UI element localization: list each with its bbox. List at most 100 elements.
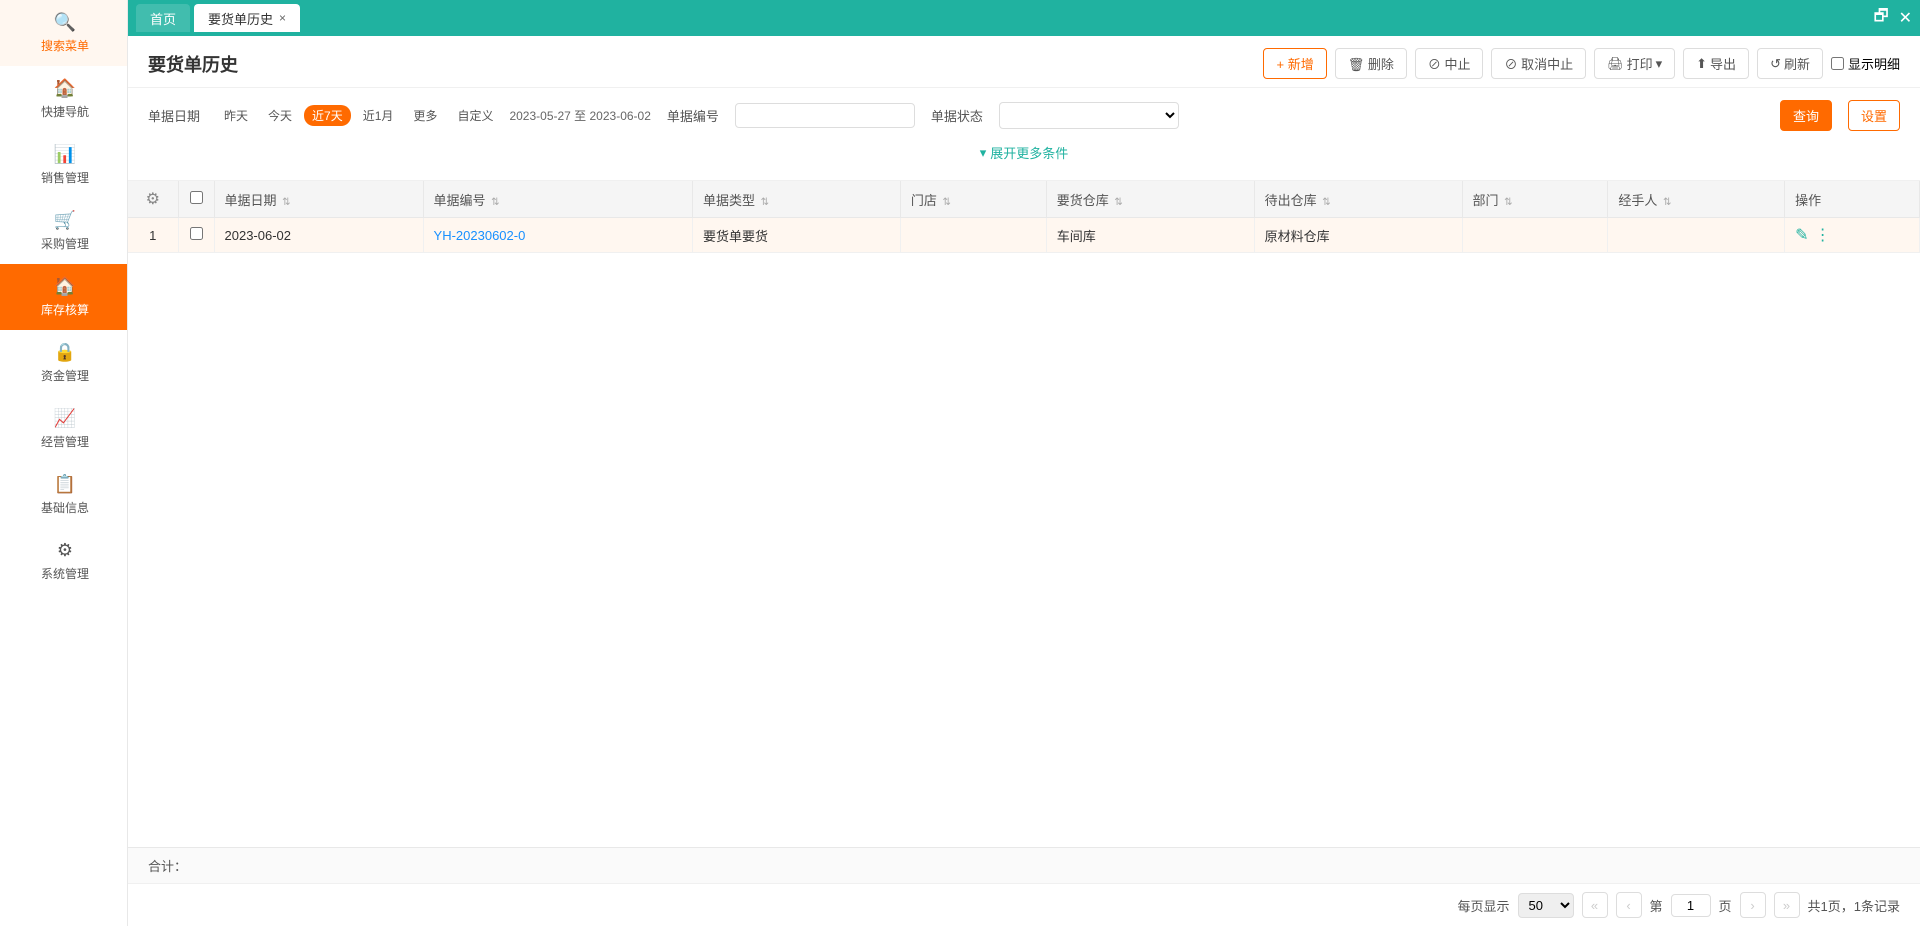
display-detail-toggle[interactable]: 显示明细 (1831, 54, 1900, 73)
page-content: 要货单历史 + 新增 🗑 删除 ⊘ 中止 ⊘ 取消中止 🖨 打印 ▾ ⬆ 导出 … (128, 36, 1920, 926)
doc-number-label: 单据编号 (667, 106, 719, 125)
sidebar-item-operation[interactable]: 📈 经营管理 (0, 396, 127, 462)
select-all-checkbox[interactable] (190, 191, 203, 204)
doc-status-select[interactable] (999, 102, 1179, 129)
print-icon: 🖨 (1607, 56, 1624, 72)
window-close-icon[interactable]: ✕ (1899, 8, 1912, 28)
th-pending-warehouse: 待出仓库 ⇅ (1254, 181, 1462, 218)
sidebar-item-label: 搜索菜单 (41, 37, 89, 54)
cell-handler (1608, 218, 1785, 253)
display-detail-checkbox[interactable] (1831, 57, 1844, 70)
refresh-button[interactable]: ↺ 刷新 (1757, 48, 1823, 79)
prev-page-button[interactable]: ‹ (1616, 892, 1642, 918)
date-filter-label: 单据日期 (148, 106, 200, 125)
print-dropdown-icon: ▾ (1656, 56, 1663, 72)
sum-label: 合计： (148, 856, 187, 875)
table-footer: 合计： (128, 847, 1920, 883)
next-page-button[interactable]: › (1740, 892, 1766, 918)
chevron-down-icon: ▾ (980, 145, 987, 161)
quick-nav-icon: 🏠 (54, 78, 76, 99)
tab-home[interactable]: 首页 (136, 4, 190, 32)
display-detail-label: 显示明细 (1848, 54, 1900, 73)
export-icon: ⬆ (1696, 56, 1707, 72)
cell-actions: ✎ ⋮ (1785, 218, 1920, 253)
cell-date: 2023-06-02 (214, 218, 423, 253)
table-area: ⚙ 单据日期 ⇅ 单据编号 ⇅ (128, 181, 1920, 847)
sidebar-item-label: 销售管理 (41, 169, 89, 186)
last-page-button[interactable]: » (1774, 892, 1800, 918)
system-icon: ⚙ (57, 540, 73, 561)
sidebar-item-inventory[interactable]: 🏠 库存核算 (0, 264, 127, 330)
row-checkbox[interactable] (190, 227, 203, 240)
tab-requisition-history[interactable]: 要货单历史 × (194, 4, 300, 32)
sidebar-item-sales[interactable]: 📊 销售管理 (0, 132, 127, 198)
page-header: 要货单历史 + 新增 🗑 删除 ⊘ 中止 ⊘ 取消中止 🖨 打印 ▾ ⬆ 导出 … (128, 36, 1920, 88)
cancel-stop-button[interactable]: ⊘ 取消中止 (1491, 48, 1586, 79)
cell-store (900, 218, 1046, 253)
sidebar-item-quick-nav[interactable]: 🏠 快捷导航 (0, 66, 127, 132)
cell-req-warehouse: 车间库 (1046, 218, 1254, 253)
sidebar-item-label: 经营管理 (41, 433, 89, 450)
sidebar-item-basic-info[interactable]: 📋 基础信息 (0, 462, 127, 528)
doc-no-link[interactable]: YH-20230602-0 (434, 228, 526, 243)
sort-reqwh-icon[interactable]: ⇅ (1114, 197, 1122, 208)
doc-number-input[interactable] (735, 103, 915, 128)
column-settings-icon[interactable]: ⚙ (146, 191, 160, 208)
date-btn-custom[interactable]: 自定义 (449, 105, 501, 126)
tab-close-icon[interactable]: × (279, 11, 286, 25)
sidebar-item-label: 快捷导航 (41, 103, 89, 120)
search-menu-icon: 🔍 (54, 12, 76, 33)
date-filter-buttons: 昨天 今天 近7天 近1月 更多 自定义 2023-05-27 至 2023-0… (216, 105, 651, 126)
date-btn-yesterday[interactable]: 昨天 (216, 105, 256, 126)
sidebar-item-purchase[interactable]: 🛒 采购管理 (0, 198, 127, 264)
cell-doc-type: 要货单要货 (693, 218, 901, 253)
sort-doctype-icon[interactable]: ⇅ (761, 197, 769, 208)
delete-button[interactable]: 🗑 删除 (1335, 48, 1407, 79)
sort-docno-icon[interactable]: ⇅ (491, 197, 499, 208)
print-button[interactable]: 🖨 打印 ▾ (1594, 48, 1675, 79)
date-btn-last7days[interactable]: 近7天 (304, 105, 351, 126)
sort-store-icon[interactable]: ⇅ (943, 197, 951, 208)
settings-button[interactable]: 设置 (1848, 100, 1900, 131)
edit-action-icon[interactable]: ✎ (1795, 225, 1808, 245)
th-checkbox (178, 181, 214, 218)
sort-handler-icon[interactable]: ⇅ (1663, 197, 1671, 208)
first-page-button[interactable]: « (1582, 892, 1608, 918)
sort-date-icon[interactable]: ⇅ (282, 197, 290, 208)
expand-filter-button[interactable]: ▾ 展开更多条件 (980, 139, 1069, 166)
cell-pending-warehouse: 原材料仓库 (1254, 218, 1462, 253)
sidebar-item-label: 库存核算 (41, 301, 89, 318)
th-settings: ⚙ (128, 181, 178, 218)
date-btn-today[interactable]: 今天 (260, 105, 300, 126)
finance-icon: 🔒 (54, 342, 76, 363)
data-table: ⚙ 单据日期 ⇅ 单据编号 ⇅ (128, 181, 1920, 253)
date-btn-more[interactable]: 更多 (405, 105, 445, 126)
sidebar-item-search-menu[interactable]: 🔍 搜索菜单 (0, 0, 127, 66)
sidebar-item-label: 系统管理 (41, 565, 89, 582)
new-button[interactable]: + 新增 (1263, 48, 1326, 79)
sort-pendwh-icon[interactable]: ⇅ (1322, 197, 1330, 208)
inventory-icon: 🏠 (54, 276, 76, 297)
pagination: 每页显示 50 10 20 100 « ‹ 第 页 › » 共1页，1条记录 (128, 883, 1920, 926)
per-page-select[interactable]: 50 10 20 100 (1518, 893, 1574, 918)
more-action-icon[interactable]: ⋮ (1815, 225, 1831, 245)
sort-dept-icon[interactable]: ⇅ (1504, 197, 1512, 208)
stop-button[interactable]: ⊘ 中止 (1415, 48, 1484, 79)
tabbar-right: 🗗 ✕ (1874, 5, 1912, 32)
th-date: 单据日期 ⇅ (214, 181, 423, 218)
header-actions: + 新增 🗑 删除 ⊘ 中止 ⊘ 取消中止 🖨 打印 ▾ ⬆ 导出 ↺ 刷新 (1263, 48, 1900, 79)
refresh-icon: ↺ (1770, 56, 1781, 72)
doc-status-label: 单据状态 (931, 106, 983, 125)
export-button[interactable]: ⬆ 导出 (1683, 48, 1749, 79)
main-area: 首页 要货单历史 × 🗗 ✕ 要货单历史 + 新增 🗑 删除 ⊘ 中止 ⊘ 取消… (128, 0, 1920, 926)
page-title: 要货单历史 (148, 51, 1251, 77)
expand-filter-label: 展开更多条件 (990, 143, 1068, 162)
date-btn-last1month[interactable]: 近1月 (355, 105, 402, 126)
query-button[interactable]: 查询 (1780, 100, 1832, 131)
current-page-input[interactable] (1671, 894, 1711, 917)
sidebar-item-system[interactable]: ⚙ 系统管理 (0, 528, 127, 594)
window-restore-icon[interactable]: 🗗 (1874, 5, 1889, 32)
sidebar-item-finance[interactable]: 🔒 资金管理 (0, 330, 127, 396)
filter-row-expand: ▾ 展开更多条件 (148, 139, 1900, 172)
cell-check (178, 218, 214, 253)
